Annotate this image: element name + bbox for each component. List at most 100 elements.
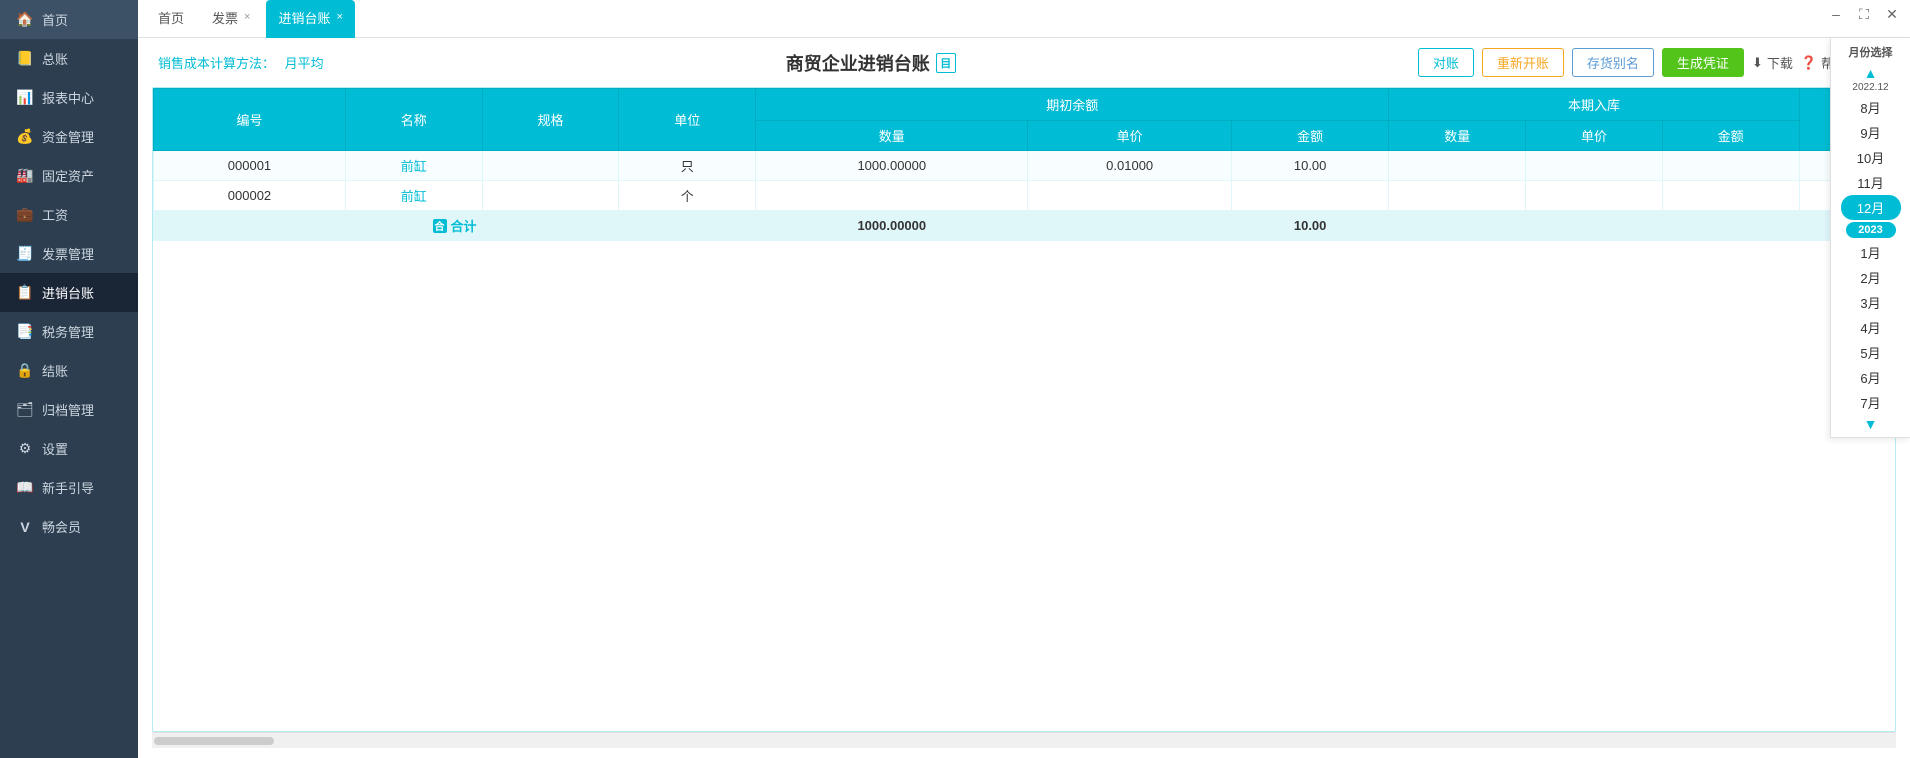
cell-in-amount xyxy=(1662,181,1799,211)
col-group-benqi: 本期入库 xyxy=(1389,89,1799,121)
col-group-qichu: 期初余额 xyxy=(756,89,1389,121)
table-row[interactable]: 000002 前缸 个 xyxy=(154,181,1895,211)
col-spec: 规格 xyxy=(482,89,619,151)
tax-icon: 📑 xyxy=(16,323,34,341)
page-title: 商贸企业进销台账 目 xyxy=(786,50,956,76)
col-qi-amount: 金额 xyxy=(1231,121,1388,151)
col-in-amount: 金额 xyxy=(1662,121,1799,151)
cell-spec xyxy=(482,181,619,211)
scrollbar-thumb[interactable] xyxy=(154,737,274,745)
col-unit: 单位 xyxy=(619,89,756,151)
main-area: 首页 发票 × 进销台账 × – ⛶ ✕ 销售成本计算方法： 月平均 商贸企业进… xyxy=(138,0,1910,758)
month-7[interactable]: 7月 xyxy=(1831,390,1910,415)
cell-code: 000002 xyxy=(154,181,346,211)
cell-code: 000001 xyxy=(154,151,346,181)
tab-invoice[interactable]: 发票 × xyxy=(200,0,262,38)
total-qi-qty: 1000.00000 xyxy=(756,211,1028,241)
data-table-wrap: 编号 名称 规格 单位 期初余额 本期入库 数 数量 单价 金额 数量 单价 xyxy=(152,87,1896,732)
sidebar-item-tax[interactable]: 📑 税务管理 xyxy=(0,312,138,351)
cell-qi-amount xyxy=(1231,181,1388,211)
sidebar-item-funds[interactable]: 💰 资金管理 xyxy=(0,117,138,156)
sidebar-item-settings[interactable]: ⚙ 设置 xyxy=(0,429,138,468)
month-1[interactable]: 1月 xyxy=(1831,240,1910,265)
invoice-mgmt-icon: 🧾 xyxy=(16,245,34,263)
close-account-icon: 🔒 xyxy=(16,362,34,380)
total-icon: 合 xyxy=(433,219,447,233)
page-title-icon[interactable]: 目 xyxy=(936,53,956,73)
tab-bar: 首页 发票 × 进销台账 × – ⛶ ✕ xyxy=(138,0,1910,38)
tab-home[interactable]: 首页 xyxy=(146,0,196,38)
month-4[interactable]: 4月 xyxy=(1831,315,1910,340)
sidebar-item-invoice-mgmt[interactable]: 🧾 发票管理 xyxy=(0,234,138,273)
chongxin-button[interactable]: 重新开账 xyxy=(1482,48,1564,77)
total-qi-price xyxy=(1028,211,1231,241)
cell-qi-qty: 1000.00000 xyxy=(756,151,1028,181)
total-qi-amount: 10.00 xyxy=(1231,211,1388,241)
cell-in-qty xyxy=(1389,151,1526,181)
download-button[interactable]: ⬇ 下载 xyxy=(1752,53,1793,72)
window-close-button[interactable]: ✕ xyxy=(1882,4,1902,24)
cunwei-button[interactable]: 存货别名 xyxy=(1572,48,1654,77)
col-qi-price: 单价 xyxy=(1028,121,1231,151)
cell-in-qty xyxy=(1389,181,1526,211)
page-header: 销售成本计算方法： 月平均 商贸企业进销台账 目 对账 重新开账 存货别名 生成… xyxy=(152,48,1896,77)
sidebar-item-fixed-assets[interactable]: 🏭 固定资产 xyxy=(0,156,138,195)
month-3[interactable]: 3月 xyxy=(1831,290,1910,315)
cell-name: 前缸 xyxy=(345,151,482,181)
table-row[interactable]: 000001 前缸 只 1000.00000 0.01000 10.00 xyxy=(154,151,1895,181)
cell-spec xyxy=(482,151,619,181)
tab-purchase-sales[interactable]: 进销台账 × xyxy=(266,0,354,38)
year-2023-marker: 2023 xyxy=(1846,222,1896,238)
sidebar-item-payroll[interactable]: 💼 工资 xyxy=(0,195,138,234)
month-5[interactable]: 5月 xyxy=(1831,340,1910,365)
home-icon: 🏠 xyxy=(16,11,34,29)
sidebar-item-vip[interactable]: V 畅会员 xyxy=(0,507,138,546)
content-area: 销售成本计算方法： 月平均 商贸企业进销台账 目 对账 重新开账 存货别名 生成… xyxy=(138,38,1910,758)
month-6[interactable]: 6月 xyxy=(1831,365,1910,390)
month-panel-title: 月份选择 xyxy=(1849,42,1893,62)
sidebar-item-home[interactable]: 🏠 首页 xyxy=(0,0,138,39)
month-8[interactable]: 8月 xyxy=(1831,95,1910,120)
total-in-price xyxy=(1526,211,1663,241)
sidebar-item-general-ledger[interactable]: 📒 总账 xyxy=(0,39,138,78)
help-icon: ❓ xyxy=(1801,55,1817,71)
col-in-qty: 数量 xyxy=(1389,121,1526,151)
sidebar-item-guide[interactable]: 📖 新手引导 xyxy=(0,468,138,507)
tab-invoice-close[interactable]: × xyxy=(244,12,250,23)
cell-qi-price xyxy=(1028,181,1231,211)
purchase-sales-icon: 📋 xyxy=(16,284,34,302)
window-minimize-button[interactable]: – xyxy=(1826,4,1846,24)
sidebar-item-reports[interactable]: 📊 报表中心 xyxy=(0,78,138,117)
duizhang-button[interactable]: 对账 xyxy=(1418,48,1474,77)
cell-in-price xyxy=(1526,181,1663,211)
shengcheng-button[interactable]: 生成凭证 xyxy=(1662,48,1744,77)
month-2[interactable]: 2月 xyxy=(1831,265,1910,290)
cell-unit: 只 xyxy=(619,151,756,181)
month-12[interactable]: 12月 xyxy=(1841,195,1901,220)
col-name: 名称 xyxy=(345,89,482,151)
settings-icon: ⚙ xyxy=(16,440,34,458)
horizontal-scrollbar[interactable] xyxy=(152,732,1896,748)
month-9[interactable]: 9月 xyxy=(1831,120,1910,145)
year-2022-badge: 2022.12 xyxy=(1852,82,1888,93)
data-table: 编号 名称 规格 单位 期初余额 本期入库 数 数量 单价 金额 数量 单价 xyxy=(153,88,1895,241)
cell-qi-price: 0.01000 xyxy=(1028,151,1231,181)
cell-qi-amount: 10.00 xyxy=(1231,151,1388,181)
month-scroll-up[interactable]: ▲ xyxy=(1859,64,1883,82)
col-qi-qty: 数量 xyxy=(756,121,1028,151)
month-scroll-down[interactable]: ▼ xyxy=(1859,415,1883,433)
window-controls: – ⛶ ✕ xyxy=(1826,4,1902,24)
table-total-row: 合 合计 1000.00000 10.00 xyxy=(154,211,1895,241)
month-panel: 月份选择 ▲ 2022.12 8月 9月 10月 11月 12月 2023 1月… xyxy=(1830,38,1910,438)
fixed-assets-icon: 🏭 xyxy=(16,167,34,185)
month-10[interactable]: 10月 xyxy=(1831,145,1910,170)
window-maximize-button[interactable]: ⛶ xyxy=(1854,4,1874,24)
month-11[interactable]: 11月 xyxy=(1831,170,1910,195)
vip-icon: V xyxy=(16,518,34,536)
cell-qi-qty xyxy=(756,181,1028,211)
tab-purchase-sales-close[interactable]: × xyxy=(336,12,342,23)
sidebar-item-close[interactable]: 🔒 结账 xyxy=(0,351,138,390)
cell-in-amount xyxy=(1662,151,1799,181)
sidebar-item-archive[interactable]: 🗂 归档管理 xyxy=(0,390,138,429)
sidebar-item-purchase-sales[interactable]: 📋 进销台账 xyxy=(0,273,138,312)
